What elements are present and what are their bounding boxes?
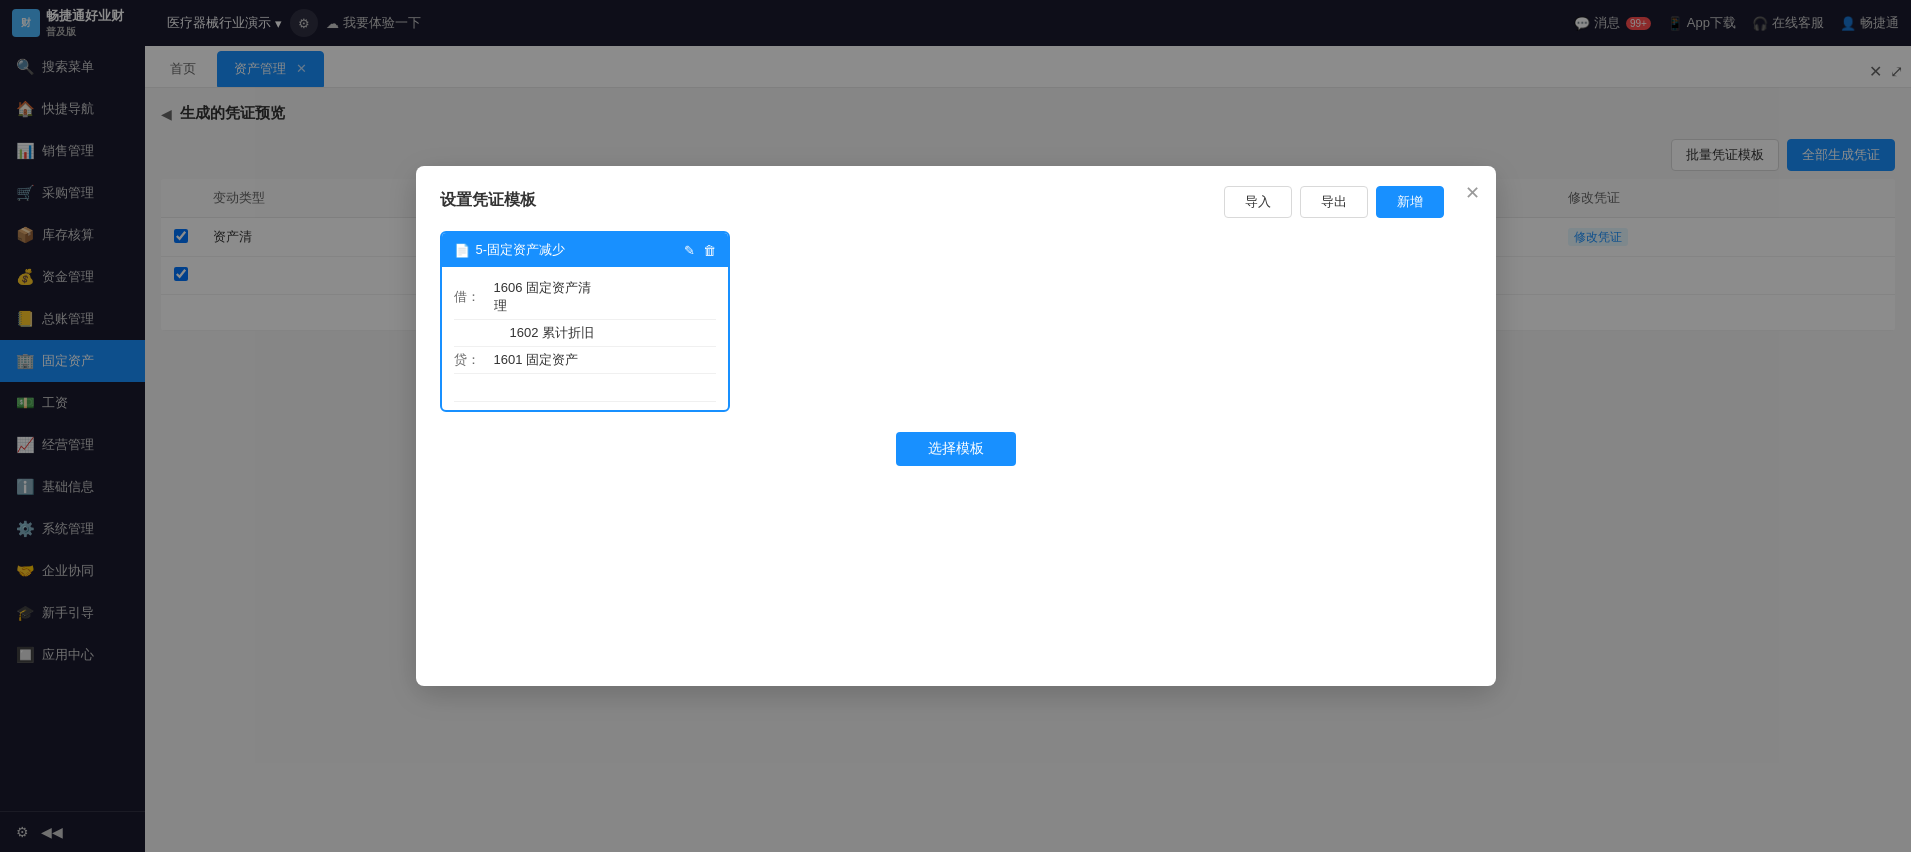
template-entry-2: 1602 累计折旧 bbox=[454, 320, 716, 347]
template-list: 📄 5-固定资产减少 ✎ 🗑 借： 1606 固定资产清理 bbox=[440, 231, 1472, 412]
template-card[interactable]: 📄 5-固定资产减少 ✎ 🗑 借： 1606 固定资产清理 bbox=[440, 231, 730, 412]
template-card-header: 📄 5-固定资产减少 ✎ 🗑 bbox=[442, 233, 728, 267]
modal-overlay: 设置凭证模板 ✕ 导入 导出 新增 📄 5-固定资产减少 ✎ 🗑 bbox=[0, 0, 1911, 852]
entry-type-1: 借： bbox=[454, 288, 494, 306]
entry-type-3: 贷： bbox=[454, 351, 494, 369]
select-template-section: 选择模板 bbox=[440, 432, 1472, 466]
doc-icon: 📄 bbox=[454, 243, 470, 258]
modal-toolbar: 导入 导出 新增 bbox=[1224, 186, 1444, 218]
delete-icon[interactable]: 🗑 bbox=[703, 243, 716, 258]
template-card-body: 借： 1606 固定资产清理 1602 累计折旧 贷： 1601 固定资产 bbox=[442, 267, 728, 410]
new-button[interactable]: 新增 bbox=[1376, 186, 1444, 218]
entry-account-3: 1601 固定资产 bbox=[494, 351, 596, 369]
template-entry-1: 借： 1606 固定资产清理 bbox=[454, 275, 716, 320]
template-actions: ✎ 🗑 bbox=[684, 243, 716, 258]
template-header-left: 📄 5-固定资产减少 bbox=[454, 241, 566, 259]
template-name: 5-固定资产减少 bbox=[476, 241, 566, 259]
modal: 设置凭证模板 ✕ 导入 导出 新增 📄 5-固定资产减少 ✎ 🗑 bbox=[416, 166, 1496, 686]
edit-icon[interactable]: ✎ bbox=[684, 243, 695, 258]
empty-row bbox=[454, 374, 716, 402]
import-button[interactable]: 导入 bbox=[1224, 186, 1292, 218]
select-template-button[interactable]: 选择模板 bbox=[896, 432, 1016, 466]
entry-account-2: 1602 累计折旧 bbox=[494, 324, 596, 342]
template-entry-3: 贷： 1601 固定资产 bbox=[454, 347, 716, 374]
modal-close-button[interactable]: ✕ bbox=[1465, 182, 1480, 204]
export-button[interactable]: 导出 bbox=[1300, 186, 1368, 218]
entry-account-1: 1606 固定资产清理 bbox=[494, 279, 596, 315]
